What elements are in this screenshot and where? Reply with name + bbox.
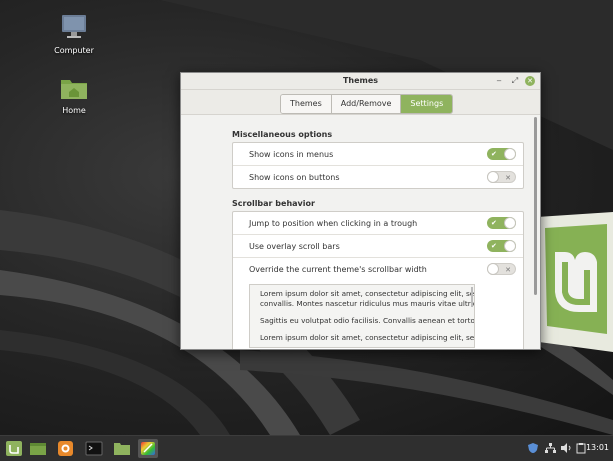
setting-row-icons-menus: Show icons in menus ✔ xyxy=(233,143,523,166)
preview-scrollbar[interactable] xyxy=(471,287,473,307)
preview-line xyxy=(250,309,474,316)
desktop-icon-label: Computer xyxy=(54,46,94,55)
preview-line: Sagittis eu volutpat odio facilisis. Con… xyxy=(260,316,475,325)
tab-themes[interactable]: Themes xyxy=(281,95,332,113)
preview-line: Lorem ipsum dolor sit amet, consectetur … xyxy=(260,333,475,342)
show-desktop-icon[interactable] xyxy=(28,439,48,458)
setting-label: Show icons on buttons xyxy=(249,173,340,182)
setting-label: Jump to position when clicking in a trou… xyxy=(249,219,418,228)
close-button[interactable]: ✕ xyxy=(525,76,535,86)
volume-icon[interactable] xyxy=(560,442,572,457)
view-switcher: Themes Add/Remove Settings xyxy=(280,94,454,114)
check-icon: ✔ xyxy=(491,150,497,158)
switch-knob xyxy=(504,217,516,229)
preview-line xyxy=(250,326,474,333)
switch-knob xyxy=(504,240,516,252)
section-title-scrollbar: Scrollbar behavior xyxy=(232,199,315,208)
desktop-icon-label: Home xyxy=(62,106,86,115)
cross-icon: ✕ xyxy=(505,266,511,274)
home-folder-icon xyxy=(44,76,104,102)
desktop-icon-computer[interactable]: Computer xyxy=(44,14,104,55)
themes-window: Themes ‒ ⤢ ✕ Themes Add/Remove Settings … xyxy=(180,72,541,350)
setting-row-overlay: Use overlay scroll bars ✔ xyxy=(233,235,523,258)
overlay-scrollbars-toggle[interactable]: ✔ xyxy=(487,240,516,252)
mint-menu-icon[interactable] xyxy=(4,439,24,458)
tab-settings[interactable]: Settings xyxy=(401,95,453,113)
setting-label: Use overlay scroll bars xyxy=(249,242,340,251)
override-scrollbar-width-toggle[interactable]: ✕ xyxy=(487,263,516,275)
cross-icon: ✕ xyxy=(505,174,511,182)
tab-add-remove[interactable]: Add/Remove xyxy=(331,95,402,113)
setting-label: Show icons in menus xyxy=(249,150,334,159)
check-icon: ✔ xyxy=(491,242,497,250)
setting-row-jump-trough: Jump to position when clicking in a trou… xyxy=(233,212,523,235)
terminal-icon[interactable] xyxy=(84,439,104,458)
misc-options-group: Show icons in menus ✔ Show icons on butt… xyxy=(232,142,524,189)
scrollbar[interactable] xyxy=(534,117,537,295)
switch-knob xyxy=(487,171,499,183)
clock[interactable]: 13:01 xyxy=(586,443,609,452)
firefox-icon[interactable] xyxy=(56,439,76,458)
icons-on-buttons-toggle[interactable]: ✕ xyxy=(487,171,516,183)
icons-in-menus-toggle[interactable]: ✔ xyxy=(487,148,516,160)
settings-page: Miscellaneous options Show icons in menu… xyxy=(181,115,540,349)
setting-label: Override the current theme's scrollbar w… xyxy=(249,265,427,274)
scrollbar-behavior-group: Jump to position when clicking in a trou… xyxy=(232,211,524,349)
minimize-button[interactable]: ‒ xyxy=(493,75,505,87)
files-icon[interactable] xyxy=(112,439,132,458)
themes-icon[interactable] xyxy=(138,439,158,458)
window-title: Themes xyxy=(342,76,379,85)
network-icon[interactable] xyxy=(544,442,556,457)
section-title-misc: Miscellaneous options xyxy=(232,130,333,139)
preview-line: Lorem ipsum dolor sit amet, consectetur … xyxy=(260,289,475,298)
tab-bar: Themes Add/Remove Settings xyxy=(181,90,540,115)
setting-row-icons-buttons: Show icons on buttons ✕ xyxy=(233,166,523,188)
desktop-icon-home[interactable]: Home xyxy=(44,76,104,115)
taskbar: 13:01 xyxy=(0,435,613,461)
computer-icon xyxy=(44,14,104,42)
shield-icon[interactable] xyxy=(527,442,539,457)
maximize-button[interactable]: ⤢ xyxy=(509,75,521,87)
preview-line: convallis. Montes nascetur ridiculus mus… xyxy=(260,299,475,308)
switch-knob xyxy=(487,263,499,275)
switch-knob xyxy=(504,148,516,160)
check-icon: ✔ xyxy=(491,219,497,227)
jump-to-position-toggle[interactable]: ✔ xyxy=(487,217,516,229)
title-bar[interactable]: Themes ‒ ⤢ ✕ xyxy=(181,73,540,90)
setting-row-override-width: Override the current theme's scrollbar w… xyxy=(233,258,523,280)
scrollbar-preview-text[interactable]: Lorem ipsum dolor sit amet, consectetur … xyxy=(249,284,475,348)
